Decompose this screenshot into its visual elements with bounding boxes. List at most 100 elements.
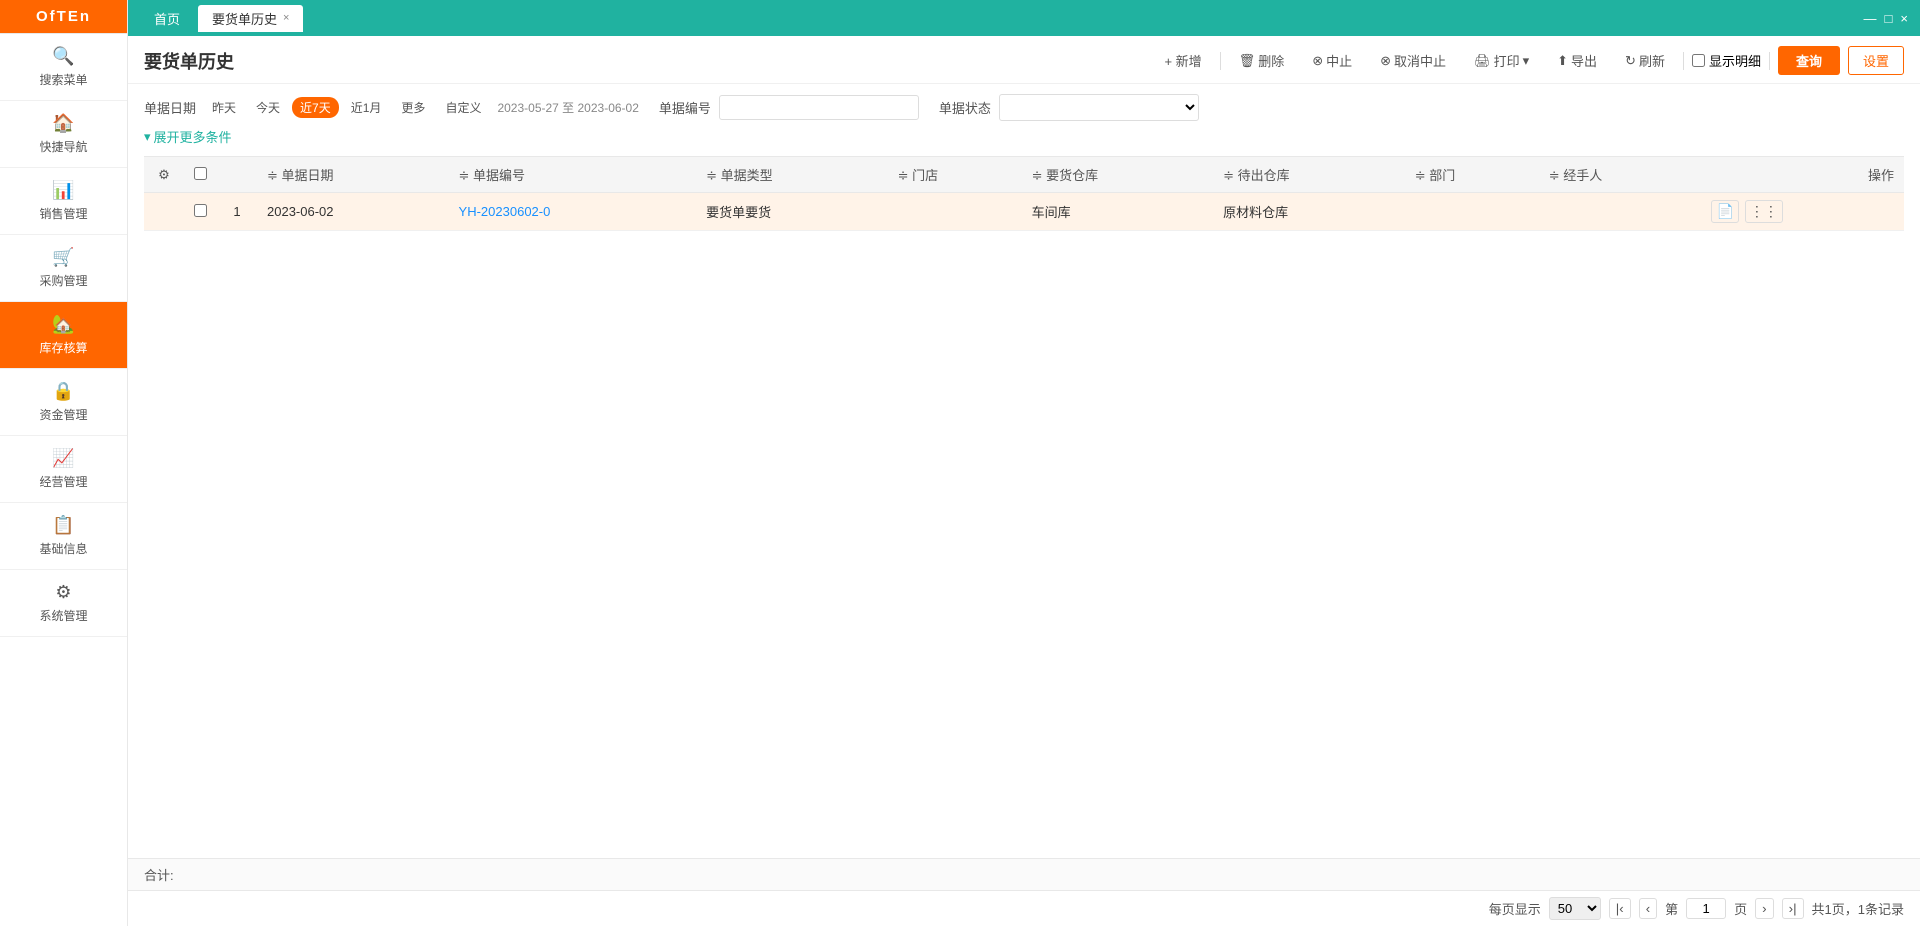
expand-arrow-icon: ▾ <box>144 129 151 145</box>
window-maximize-btn[interactable]: □ <box>1885 11 1893 26</box>
cell-checkbox[interactable] <box>184 193 217 231</box>
next-page-btn[interactable]: › <box>1755 898 1773 919</box>
status-filter-group: 单据状态 <box>939 94 1199 121</box>
brand-logo: OfTEn <box>0 0 127 34</box>
col-store[interactable]: ≑ 门店 <box>888 157 1022 193</box>
sales-label: 销售管理 <box>39 205 87 222</box>
summary-label: 合计: <box>144 868 174 883</box>
sidebar-item-finance[interactable]: 🔒 资金管理 <box>0 369 127 436</box>
last-page-btn[interactable]: ›| <box>1782 898 1804 919</box>
export-button[interactable]: ⬆ 导出 <box>1547 47 1607 74</box>
sales-icon: 📊 <box>52 180 74 201</box>
page-size-label: 每页显示 <box>1489 899 1541 918</box>
setting-button[interactable]: 设置 <box>1848 46 1904 75</box>
summary-bar: 合计: <box>128 858 1920 890</box>
sidebar-item-search-menu[interactable]: 🔍搜索菜单 <box>0 34 127 101</box>
col-checkbox <box>184 157 217 193</box>
delete-button[interactable]: 🗑 删除 <box>1229 47 1295 74</box>
system-label: 系统管理 <box>39 607 87 624</box>
print-button[interactable]: 🖨 打印 ▾ <box>1464 47 1539 74</box>
col-req-warehouse[interactable]: ≑ 要货仓库 <box>1022 157 1214 193</box>
display-detail-checkbox[interactable] <box>1692 54 1705 67</box>
divider-3 <box>1769 52 1770 70</box>
cancel-stop-button[interactable]: ⊗ 取消中止 <box>1370 47 1456 74</box>
cell-pending-warehouse: 原材料仓库 <box>1213 193 1405 231</box>
select-all-checkbox[interactable] <box>194 167 207 180</box>
display-detail-label: 显示明细 <box>1709 51 1761 70</box>
window-minimize-btn[interactable]: — <box>1864 11 1877 26</box>
sidebar-item-purchase[interactable]: 🛒采购管理 <box>0 235 127 302</box>
date-filter-label: 单据日期 <box>144 98 196 117</box>
col-pending-warehouse-label: ≑ 待出仓库 <box>1223 168 1290 183</box>
display-detail-toggle[interactable]: 显示明细 <box>1692 51 1761 70</box>
cell-dept <box>1405 193 1539 231</box>
new-button[interactable]: + 新增 <box>1154 47 1211 74</box>
col-doc-date[interactable]: ≑ 单据日期 <box>257 157 449 193</box>
first-page-btn[interactable]: |‹ <box>1609 898 1631 919</box>
doc-no-input[interactable] <box>719 95 919 120</box>
col-settings[interactable]: ⚙ <box>144 157 184 193</box>
date-btn-custom[interactable]: 自定义 <box>437 97 489 118</box>
col-doc-no[interactable]: ≑ 单据编号 <box>449 157 697 193</box>
table-row[interactable]: 1 2023-06-02 YH-20230602-0 要货单要货 车间库 原材料… <box>144 193 1904 231</box>
col-pending-warehouse[interactable]: ≑ 待出仓库 <box>1213 157 1405 193</box>
refresh-button[interactable]: ↻ 刷新 <box>1615 47 1675 74</box>
date-btn-more[interactable]: 更多 <box>393 97 433 118</box>
inventory-label: 库存核算 <box>39 339 87 356</box>
status-label: 单据状态 <box>939 98 991 117</box>
row-edit-icon[interactable]: 📄 <box>1711 200 1738 223</box>
stop-icon: ⊗ <box>1312 53 1323 69</box>
sidebar-item-quick-nav[interactable]: 🏠快捷导航 <box>0 101 127 168</box>
stop-label: 中止 <box>1326 51 1352 70</box>
system-icon: ⚙ <box>55 582 71 603</box>
col-rownum <box>217 157 257 193</box>
main-area: 首页 要货单历史 × — □ × 要货单历史 + 新增 🗑 删除 <box>128 0 1920 926</box>
page-title: 要货单历史 <box>144 48 234 74</box>
col-doc-type-label: ≑ 单据类型 <box>706 168 773 183</box>
expand-filter-btn[interactable]: ▾ 展开更多条件 <box>144 127 1904 146</box>
tab-bar: 首页 要货单历史 × — □ × <box>128 0 1920 36</box>
date-btn-yesterday[interactable]: 昨天 <box>204 97 244 118</box>
quick-nav-icon: 🏠 <box>52 113 74 134</box>
header-actions: + 新增 🗑 删除 ⊗ 中止 ⊗ 取消中止 🖨 打印 <box>1154 46 1904 75</box>
date-btn-today[interactable]: 今天 <box>248 97 288 118</box>
filter-row: 单据日期 昨天 今天 近7天 近1月 更多 自定义 2023-05-27 至 2… <box>144 94 1904 121</box>
prev-page-btn[interactable]: ‹ <box>1639 898 1657 919</box>
date-btn-1month[interactable]: 近1月 <box>343 97 390 118</box>
row-checkbox[interactable] <box>194 204 207 217</box>
finance-icon: 🔒 <box>52 381 74 402</box>
date-btn-7days[interactable]: 近7天 <box>292 97 339 118</box>
col-req-warehouse-label: ≑ 要货仓库 <box>1032 168 1099 183</box>
delete-label: 删除 <box>1258 51 1284 70</box>
col-dept[interactable]: ≑ 部门 <box>1405 157 1539 193</box>
table-area: ⚙ ≑ 单据日期 ≑ 单据编号 ≑ 单据类型 ≑ 门店 ≑ 要货仓库 ≑ 待出仓… <box>128 156 1920 858</box>
date-filter-buttons: 昨天 今天 近7天 近1月 更多 自定义 <box>204 97 489 118</box>
page-number-input[interactable] <box>1686 898 1726 919</box>
tab-close-icon[interactable]: × <box>283 12 289 24</box>
sidebar: OfTEn 🔍搜索菜单🏠快捷导航 📊 销售管理 🛒采购管理🏡库存核算 🔒 资金管理 📈经营管… <box>0 0 128 926</box>
col-handler[interactable]: ≑ 经手人 <box>1539 157 1702 193</box>
col-store-label: ≑ 门店 <box>898 168 939 183</box>
window-close-btn[interactable]: × <box>1900 11 1908 26</box>
cell-doc-date: 2023-06-02 <box>257 193 449 231</box>
col-dept-label: ≑ 部门 <box>1415 168 1456 183</box>
tab-home[interactable]: 首页 <box>140 5 194 32</box>
page-size-select[interactable]: 50 10 20 100 <box>1549 897 1601 920</box>
sidebar-item-basic-info[interactable]: 📋基础信息 <box>0 503 127 570</box>
stop-button[interactable]: ⊗ 中止 <box>1302 47 1362 74</box>
sidebar-item-system[interactable]: ⚙ 系统管理 <box>0 570 127 637</box>
print-label: 打印 <box>1494 51 1520 70</box>
query-button[interactable]: 查询 <box>1778 46 1840 75</box>
sidebar-item-inventory[interactable]: 🏡库存核算 <box>0 302 127 369</box>
finance-label: 资金管理 <box>39 406 87 423</box>
row-more-icon[interactable]: ⋮⋮ <box>1745 200 1783 223</box>
print-arrow: ▾ <box>1523 53 1530 69</box>
sidebar-item-operation[interactable]: 📈经营管理 <box>0 436 127 503</box>
cell-doc-no[interactable]: YH-20230602-0 <box>449 193 697 231</box>
tab-current[interactable]: 要货单历史 × <box>198 5 303 32</box>
status-select[interactable] <box>999 94 1199 121</box>
filter-area: 单据日期 昨天 今天 近7天 近1月 更多 自定义 2023-05-27 至 2… <box>128 84 1920 146</box>
sidebar-item-sales[interactable]: 📊 销售管理 <box>0 168 127 235</box>
col-doc-type[interactable]: ≑ 单据类型 <box>696 157 888 193</box>
doc-no-link[interactable]: YH-20230602-0 <box>459 204 551 219</box>
